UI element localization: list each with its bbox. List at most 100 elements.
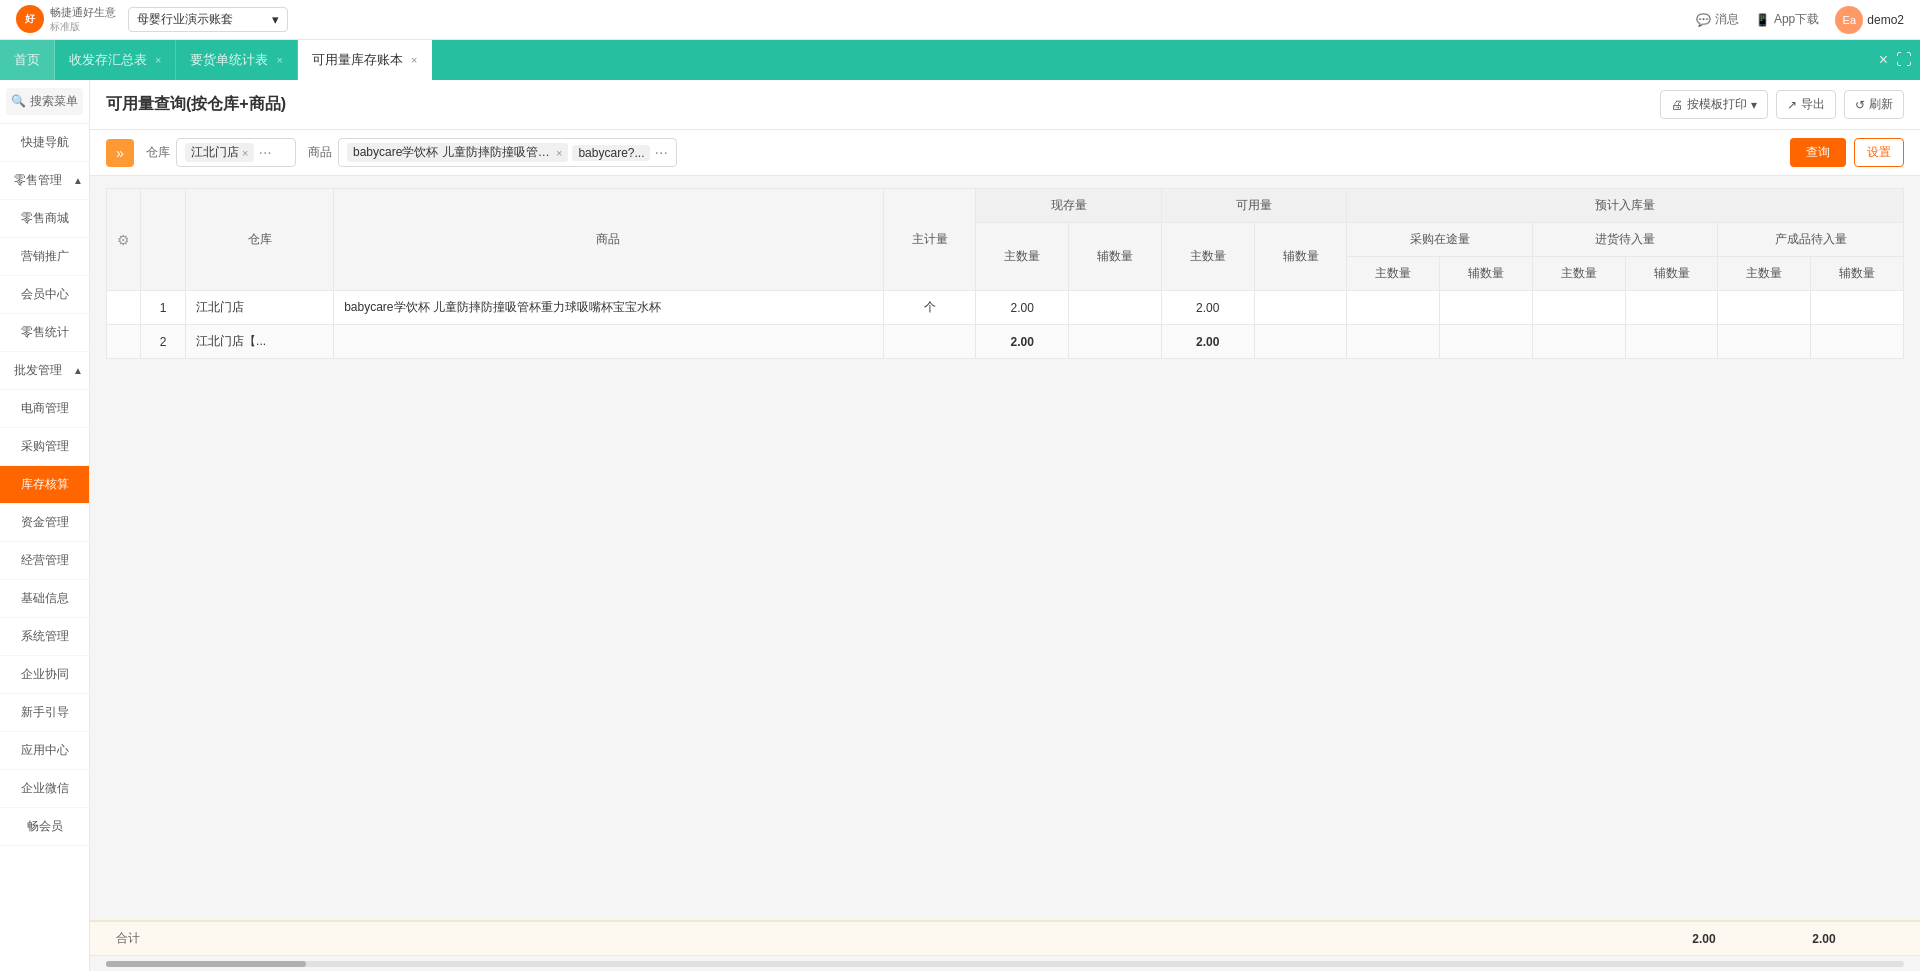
- sidebar-item-quick-nav[interactable]: 快捷导航: [0, 124, 89, 162]
- wechat-label: 企业微信: [6, 780, 83, 797]
- tab-receipts-close[interactable]: ×: [155, 54, 161, 66]
- warehouse-filter-input[interactable]: 江北门店 × ···: [176, 138, 296, 167]
- filter-expand-btn[interactable]: »: [106, 139, 134, 167]
- app-center-label: 应用中心: [6, 742, 83, 759]
- horizontal-scrollbar[interactable]: [106, 961, 1904, 967]
- sidebar-item-members[interactable]: 会员中心: [0, 276, 89, 314]
- row1-pending-main: [1532, 291, 1625, 325]
- sidebar-item-inventory[interactable]: 库存核算: [0, 466, 89, 504]
- sidebar-item-vip[interactable]: 畅会员: [0, 808, 89, 846]
- sidebar-item-app-center[interactable]: 应用中心: [0, 732, 89, 770]
- sidebar-item-retail-mgmt[interactable]: 零售管理 ▲: [0, 162, 89, 200]
- sidebar-item-wechat[interactable]: 企业微信: [0, 770, 89, 808]
- message-label: 消息: [1715, 11, 1739, 28]
- tab-orders-close[interactable]: ×: [276, 54, 282, 66]
- sidebar-item-purchase[interactable]: 采购管理: [0, 428, 89, 466]
- sidebar-item-wholesale-mgmt[interactable]: 批发管理 ▲: [0, 352, 89, 390]
- row1-prod-main: [1718, 291, 1811, 325]
- ecommerce-label: 电商管理: [6, 400, 83, 417]
- tab-available[interactable]: 可用量库存账本 ×: [298, 40, 432, 80]
- sidebar-item-system[interactable]: 系统管理: [0, 618, 89, 656]
- product-filter-more-dots[interactable]: ···: [654, 144, 667, 162]
- th-avail-aux: 辅数量: [1254, 223, 1347, 291]
- search-menu-btn[interactable]: 🔍 搜索菜单: [6, 88, 83, 115]
- tab-close-all-icon[interactable]: ×: [1879, 51, 1888, 69]
- row2-purchase-aux: [1440, 325, 1533, 359]
- quick-nav-label: 快捷导航: [6, 134, 83, 151]
- row1-stock-main: 2.00: [976, 291, 1069, 325]
- product-tag-2: babycare?...: [572, 145, 650, 161]
- print-label: 按模板打印: [1687, 96, 1747, 113]
- tab-orders-label: 要货单统计表: [190, 51, 268, 69]
- row2-stock-main: 2.00: [976, 325, 1069, 359]
- logo-area: 好 畅捷通好生意 标准版: [16, 5, 116, 33]
- page-header: 可用量查询(按仓库+商品) 🖨 按模板打印 ▾ ↗ 导出 ↺ 刷新: [90, 80, 1920, 130]
- refresh-btn[interactable]: ↺ 刷新: [1844, 90, 1904, 119]
- sidebar-item-guide[interactable]: 新手引导: [0, 694, 89, 732]
- purchase-label: 采购管理: [6, 438, 83, 455]
- nav-tabs-end: × ⛶: [1871, 40, 1920, 80]
- sidebar-item-ecommerce[interactable]: 电商管理: [0, 390, 89, 428]
- tab-expand-icon[interactable]: ⛶: [1896, 51, 1912, 69]
- operations-label: 经营管理: [6, 552, 83, 569]
- app-download-label: App下载: [1774, 11, 1819, 28]
- tenant-selector[interactable]: 母婴行业演示账套 ▾: [128, 7, 288, 32]
- sidebar-item-operations[interactable]: 经营管理: [0, 542, 89, 580]
- refresh-icon: ↺: [1855, 98, 1865, 112]
- print-btn[interactable]: 🖨 按模板打印 ▾: [1660, 90, 1768, 119]
- logo-icon: 好: [16, 5, 44, 33]
- scrollbar-thumb[interactable]: [106, 961, 306, 967]
- th-available: 可用量: [1161, 189, 1347, 223]
- row2-prod-main: [1718, 325, 1811, 359]
- product-tag-close-1[interactable]: ×: [556, 147, 562, 159]
- logo-text-area: 畅捷通好生意 标准版: [50, 5, 116, 33]
- top-bar-right: 💬 消息 📱 App下载 Ea demo2: [1696, 6, 1904, 34]
- row1-avail-main: 2.00: [1161, 291, 1254, 325]
- th-current-stock: 现存量: [976, 189, 1162, 223]
- sidebar-item-marketing[interactable]: 营销推广: [0, 238, 89, 276]
- th-pending-in: 进货待入量: [1532, 223, 1718, 257]
- product-filter-input[interactable]: babycare学饮杯 儿童防摔防撞吸管杯重力球吸嘴杯宝宝水杯 × babyca…: [338, 138, 677, 167]
- export-btn[interactable]: ↗ 导出: [1776, 90, 1836, 119]
- row1-prod-aux: [1811, 291, 1904, 325]
- sidebar-item-finance[interactable]: 资金管理: [0, 504, 89, 542]
- row2-prod-aux: [1811, 325, 1904, 359]
- chevron-icon: ▲: [73, 175, 83, 186]
- th-prod-main: 主数量: [1718, 257, 1811, 291]
- tab-home[interactable]: 首页: [0, 40, 55, 80]
- refresh-label: 刷新: [1869, 96, 1893, 113]
- th-planned-in: 预计入库量: [1347, 189, 1904, 223]
- chevron-down-icon: ▾: [272, 12, 279, 27]
- avatar: Ea: [1835, 6, 1863, 34]
- warehouse-tag-1: 江北门店 ×: [185, 143, 254, 162]
- user-area[interactable]: Ea demo2: [1835, 6, 1904, 34]
- finance-label: 资金管理: [6, 514, 83, 531]
- sidebar-item-enterprise[interactable]: 企业协同: [0, 656, 89, 694]
- sidebar-item-basic-info[interactable]: 基础信息: [0, 580, 89, 618]
- filter-more-dots[interactable]: ···: [258, 144, 271, 162]
- tab-available-close[interactable]: ×: [411, 54, 417, 66]
- top-bar-left: 好 畅捷通好生意 标准版 母婴行业演示账套 ▾: [16, 5, 288, 33]
- query-btn[interactable]: 查询: [1790, 138, 1846, 167]
- tab-available-label: 可用量库存账本: [312, 51, 403, 69]
- row2-stock-aux: [1069, 325, 1162, 359]
- retail-stats-label: 零售统计: [6, 324, 83, 341]
- row2-purchase-main: [1347, 325, 1440, 359]
- column-settings-icon[interactable]: ⚙: [117, 232, 130, 248]
- vip-label: 畅会员: [6, 818, 83, 835]
- system-label: 系统管理: [6, 628, 83, 645]
- setting-btn[interactable]: 设置: [1854, 138, 1904, 167]
- tab-orders[interactable]: 要货单统计表 ×: [176, 40, 297, 80]
- tab-receipts[interactable]: 收发存汇总表 ×: [55, 40, 176, 80]
- row1-warehouse: 江北门店: [186, 291, 334, 325]
- message-btn[interactable]: 💬 消息: [1696, 11, 1739, 28]
- data-table: ⚙ 仓库 商品 主计量 现存量 可用量 预计入库量 主数量 辅数量 主数量: [106, 188, 1904, 359]
- filter-bar: » 仓库 江北门店 × ··· 商品 babycare学饮杯 儿童防摔防撞吸管杯…: [90, 130, 1920, 176]
- row1-num: 1: [141, 291, 186, 325]
- warehouse-tag-close[interactable]: ×: [242, 147, 248, 159]
- product-tag-text-1: babycare学饮杯 儿童防摔防撞吸管杯重力球吸嘴杯宝宝水杯: [353, 144, 553, 161]
- sidebar-item-retail-stats[interactable]: 零售统计: [0, 314, 89, 352]
- wholesale-mgmt-label: 批发管理: [6, 362, 69, 379]
- app-download-btn[interactable]: 📱 App下载: [1755, 11, 1819, 28]
- sidebar-item-retail-shop[interactable]: 零售商城: [0, 200, 89, 238]
